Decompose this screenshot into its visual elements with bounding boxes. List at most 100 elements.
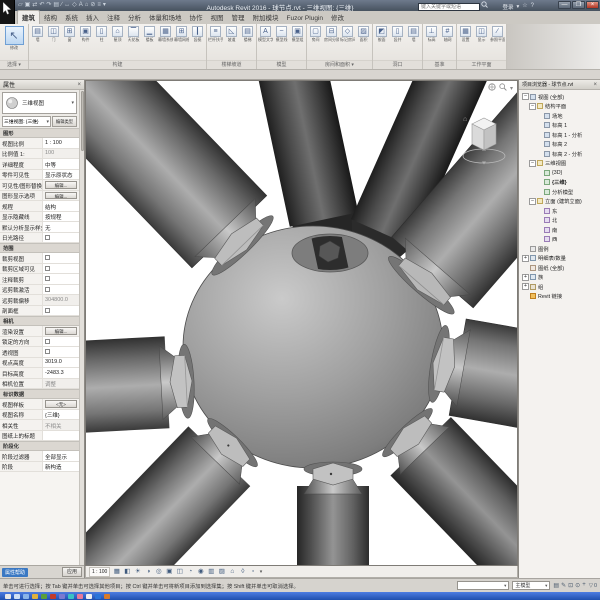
tree-item[interactable]: −结构平面 (519, 102, 600, 112)
ribbon-tab-5[interactable]: 分析 (124, 11, 145, 24)
taskbar-app-icon-5[interactable] (50, 594, 56, 599)
checkbox-icon[interactable] (45, 266, 50, 271)
ref-plane-tool[interactable]: ∕参照平面 (490, 26, 505, 43)
sync-icon[interactable]: ⇄ (32, 1, 37, 10)
highlight-displacement-icon[interactable]: ◊ (239, 567, 247, 577)
tree-item[interactable]: −三维视图 (519, 159, 600, 169)
property-edit-button[interactable]: 编辑... (45, 327, 77, 335)
property-section-header[interactable]: 阶段化 (0, 441, 79, 451)
save-icon[interactable]: ▣ (25, 1, 31, 10)
taskbar-app-icon-1[interactable] (14, 594, 20, 599)
properties-close-icon[interactable]: × (77, 82, 81, 88)
property-value[interactable]: 全部显示 (43, 451, 79, 461)
taskbar-app-icon-6[interactable] (59, 594, 65, 599)
tree-item[interactable]: −立面 (建筑立面) (519, 197, 600, 207)
taskbar-app-icon-4[interactable] (41, 594, 47, 599)
stair-tool[interactable]: ▤楼梯 (240, 26, 255, 43)
tree-item[interactable]: Revit 链接 (519, 292, 600, 302)
help-icon[interactable]: ? (531, 2, 534, 11)
redo-icon[interactable]: ↷ (46, 1, 51, 10)
measure-icon[interactable]: ∕ (61, 1, 62, 10)
property-edit-button[interactable]: 编辑... (45, 192, 77, 200)
grid-tool[interactable]: #轴网 (440, 26, 455, 43)
tree-item[interactable]: 标高 1 - 分析 (519, 130, 600, 140)
tree-item[interactable]: 东 (519, 206, 600, 216)
checkbox-icon[interactable] (45, 349, 50, 354)
render-dialog-icon[interactable]: ◎ (155, 567, 163, 577)
tree-item[interactable]: 北 (519, 216, 600, 226)
tree-item[interactable]: +明细表/数量 (519, 254, 600, 264)
wall-opening-tool[interactable]: ▤墙 (406, 26, 421, 43)
show-workplane-tool[interactable]: ◫显示 (474, 26, 489, 43)
tree-expand-icon[interactable]: + (522, 255, 529, 262)
scrollbar-thumb[interactable] (81, 91, 84, 151)
property-edit-button[interactable]: 编辑... (45, 181, 77, 189)
model-line-tool[interactable]: ~模型线 (274, 26, 289, 43)
application-menu-button[interactable] (0, 0, 15, 24)
type-selector[interactable]: 三维视图 ▾ (2, 92, 77, 114)
windows-taskbar[interactable] (0, 592, 600, 600)
mullion-tool[interactable]: ┃竖梃 (190, 26, 205, 43)
select-links-icon[interactable]: ⊡ (568, 582, 573, 589)
ribbon-tab-4[interactable]: 注释 (103, 11, 124, 24)
drawing-area[interactable]: ▾ ⌂ (85, 80, 518, 566)
property-value[interactable]: 调整 (43, 379, 79, 389)
exchange-apps-icon[interactable]: ☆ (522, 2, 527, 11)
tree-item[interactable]: {3D} (519, 168, 600, 178)
wall-tool[interactable]: ▤墙 (30, 26, 45, 43)
property-value[interactable]: 按规程 (43, 212, 79, 222)
model-group-tool[interactable]: ▣模型组 (290, 26, 305, 43)
taskbar-app-icon-9[interactable] (86, 594, 92, 599)
switch-windows-icon[interactable]: ▾ (103, 1, 106, 10)
tree-item[interactable]: +组 (519, 282, 600, 292)
area-tool[interactable]: ▨面积 (356, 26, 371, 43)
navbar-dropdown-icon[interactable]: ▾ (510, 85, 513, 92)
tree-item[interactable]: 标高 2 (519, 140, 600, 150)
property-section-header[interactable]: 范围 (0, 243, 79, 253)
railing-tool[interactable]: ≡栏杆扶手 (208, 26, 223, 43)
type-selector-dropdown-icon[interactable]: ▾ (71, 100, 74, 106)
apply-button[interactable]: 应用 (62, 567, 82, 578)
property-value[interactable]: 3019.0 (43, 358, 79, 368)
shaft-opening-tool[interactable]: ▯竖井 (390, 26, 405, 43)
taskbar-app-icon-10[interactable] (95, 594, 101, 599)
property-value[interactable]: 1 : 100 (43, 138, 79, 148)
ribbon-tab-11[interactable]: Fuzor Plugin (283, 14, 328, 24)
signin-dropdown-icon[interactable]: ▾ (517, 4, 520, 10)
reveal-hidden-icon[interactable]: ◉ (197, 567, 205, 577)
property-value[interactable]: 不相关 (43, 420, 79, 430)
ribbon-tab-12[interactable]: 修改 (327, 11, 348, 24)
default-3d-icon[interactable]: ⌂ (85, 1, 89, 10)
ribbon-tab-0[interactable]: 建筑 (17, 10, 40, 24)
properties-scrollbar[interactable] (79, 90, 84, 565)
workset-dropdown[interactable]: ▾ (457, 581, 509, 590)
viewcube-compass-ring[interactable] (463, 149, 505, 163)
viewcube[interactable]: ⌂ (461, 111, 507, 174)
property-value[interactable]: 304800.0 (43, 295, 79, 305)
taskbar-app-icon-8[interactable] (77, 594, 83, 599)
tree-item[interactable]: {三维} (519, 178, 600, 188)
selection-filter[interactable]: ▽ 0 (589, 583, 597, 589)
property-value[interactable]: {三维} (43, 410, 79, 420)
crop-view-icon[interactable]: ▣ (165, 567, 173, 577)
detail-level-icon[interactable]: ▦ (113, 567, 121, 577)
ramp-tool[interactable]: ◺坡道 (224, 26, 239, 43)
ribbon-tab-3[interactable]: 插入 (82, 11, 103, 24)
property-value[interactable]: 无 (43, 222, 79, 232)
checkbox-icon[interactable] (45, 255, 50, 260)
tag-room-tool[interactable]: ◇标记房间 (340, 26, 355, 43)
properties-help-button[interactable]: 属性帮助 (2, 568, 28, 577)
ribbon-tab-8[interactable]: 视图 (207, 11, 228, 24)
checkbox-icon[interactable] (45, 339, 50, 344)
close-button[interactable]: × (586, 1, 599, 9)
dimension-icon[interactable]: ↔ (64, 1, 70, 10)
constraints-icon[interactable]: ▫ (249, 567, 257, 577)
editable-only-icon[interactable]: ✎ (561, 582, 566, 589)
property-edit-button[interactable]: <无> (45, 400, 77, 408)
analytical-model-icon[interactable]: ⌂ (228, 567, 236, 577)
instance-selector[interactable]: 三维视图: {三维} ▾ (2, 116, 51, 127)
curtain-grid-tool[interactable]: ⊞幕墙网格 (174, 26, 189, 43)
crop-region-icon[interactable]: ◫ (176, 567, 184, 577)
ribbon-tab-6[interactable]: 体量和场地 (145, 11, 186, 24)
checkbox-icon[interactable] (45, 235, 50, 240)
